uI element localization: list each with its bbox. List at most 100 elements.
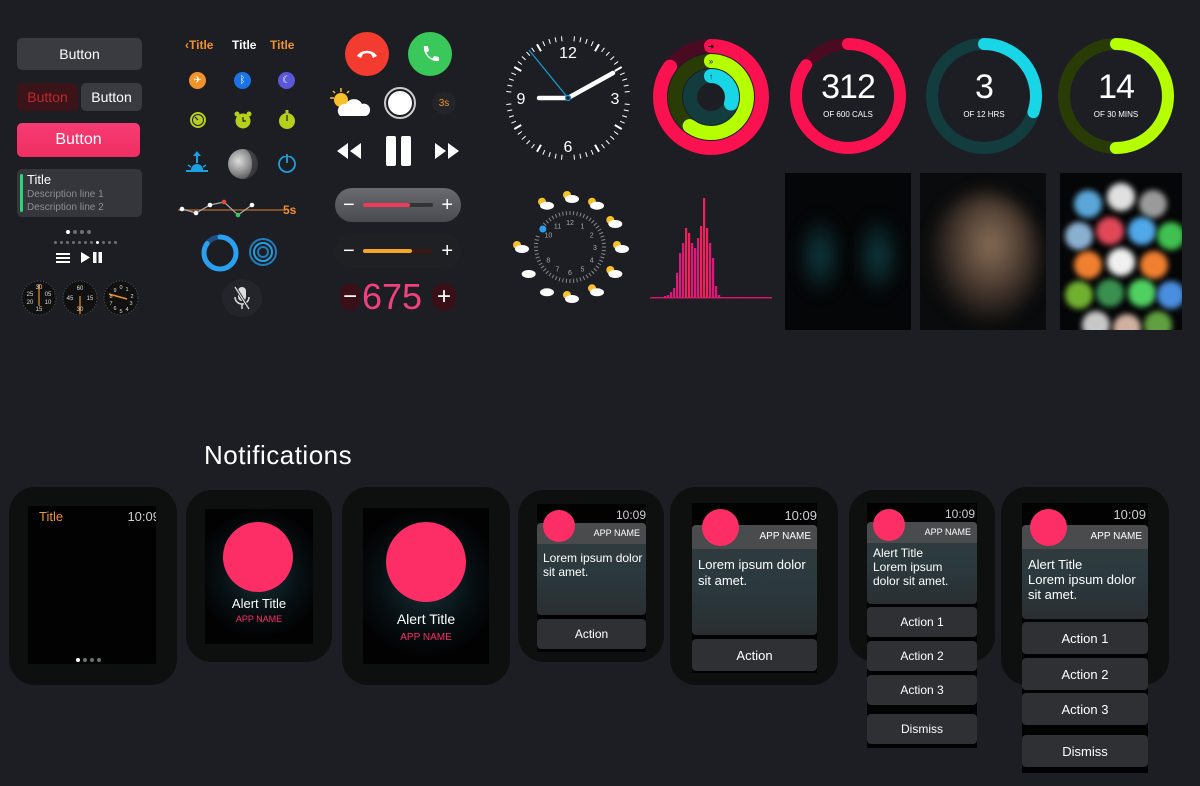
clock-numeral-9: 9 (517, 91, 526, 108)
histogram-bar (673, 288, 676, 298)
notification-content: Alert Title Lorem ipsum dolor sit amet. (1028, 557, 1146, 603)
glance-page-indicator (76, 658, 101, 662)
app-grid-thumb[interactable] (1060, 173, 1182, 330)
app-icon (702, 509, 739, 546)
back-nav-title[interactable]: ‹Title (185, 38, 213, 52)
slider-decrease-button[interactable]: − (343, 240, 355, 263)
histogram-bar (742, 297, 745, 298)
histogram-bar (706, 228, 709, 298)
app-icon-bubble (1112, 313, 1141, 330)
clock-tick (601, 47, 605, 53)
action-button[interactable]: Action (537, 619, 646, 649)
histogram-bar (655, 297, 658, 298)
app-icon (223, 522, 293, 592)
clock-tick (624, 91, 630, 93)
short-look-large-screen[interactable]: Alert Title APP NAME (363, 508, 489, 664)
action-2-button[interactable]: Action 2 (867, 641, 977, 671)
weather-clock-hour: 3 (593, 245, 597, 252)
destructive-button[interactable]: Button (17, 83, 78, 111)
slider-track[interactable] (362, 203, 434, 207)
default-button[interactable]: Button (17, 38, 142, 70)
weather-clock-tick (554, 276, 558, 281)
alert-title: Alert Title (231, 596, 287, 611)
timer-icon[interactable] (189, 111, 207, 129)
activity-indicator-icon (249, 238, 277, 266)
action-1-button[interactable]: Action 1 (867, 607, 977, 637)
volume-slider[interactable]: − + (335, 188, 461, 222)
forward-icon[interactable] (434, 142, 460, 160)
histogram-bar (763, 297, 766, 298)
mic-button[interactable] (222, 279, 262, 317)
bluetooth-icon[interactable]: ᛒ (234, 72, 251, 89)
butterfly-wallpaper-thumb[interactable] (785, 173, 911, 330)
action-2-button[interactable]: Action 2 (1022, 658, 1148, 690)
short-look-small-screen[interactable]: Alert Title APP NAME (205, 509, 313, 644)
list-icon[interactable] (55, 252, 73, 264)
weather-hour-icon (513, 241, 529, 253)
histogram-bar (700, 226, 703, 298)
alert-title: Alert Title (1028, 557, 1083, 572)
weather-clock-tick (554, 213, 558, 218)
histogram-bar (766, 297, 769, 298)
record-button[interactable] (384, 87, 416, 119)
weather-clock-tick (591, 219, 595, 224)
blurred-photo-thumb[interactable] (920, 173, 1046, 330)
clock-tick (526, 51, 531, 56)
clock-tick (526, 140, 531, 145)
weather-clock-tick (534, 253, 539, 255)
right-nav-title[interactable]: Title (270, 38, 294, 52)
action-3-button[interactable]: Action 3 (1022, 693, 1148, 725)
clock-tick (521, 56, 526, 61)
pause-icon[interactable] (385, 135, 413, 167)
weather-hour-icon (521, 270, 536, 278)
dismiss-button[interactable]: Dismiss (1022, 735, 1148, 767)
histogram-bar (748, 297, 751, 298)
partly-cloudy-icon (330, 88, 371, 116)
airplane-icon[interactable]: ✈ (189, 72, 206, 89)
histogram-bar (745, 297, 748, 298)
app-icon-bubble (1065, 221, 1094, 250)
svg-text:6: 6 (113, 306, 116, 312)
long-look-small-screen: 10:09 APP NAME Lorem ipsum dolor sit ame… (537, 504, 646, 652)
clock-tick (622, 115, 628, 118)
alarm-icon[interactable] (233, 110, 253, 130)
power-icon[interactable] (276, 152, 298, 174)
slider-increase-button[interactable]: + (441, 240, 453, 263)
action-3-button[interactable]: Action 3 (867, 675, 977, 705)
histogram-bar (667, 295, 670, 298)
weather-clock-tick (558, 277, 561, 282)
exercise-arrow-icon: » (709, 57, 714, 66)
slider-increase-button[interactable]: + (441, 194, 453, 217)
notification-body: Lorem ipsum dolor sit amet. (698, 557, 806, 588)
rewind-icon[interactable] (336, 142, 362, 160)
secondary-button[interactable]: Button (81, 83, 142, 111)
accept-call-button[interactable] (408, 32, 452, 76)
weather-clock-tick (562, 211, 564, 216)
cell-title: Title (27, 172, 52, 187)
mic-muted-icon (233, 286, 251, 310)
play-pause-icon[interactable] (80, 251, 104, 264)
clock-tick (610, 135, 615, 140)
cell-accent-bar (20, 174, 23, 212)
slider-track[interactable] (362, 249, 434, 253)
brightness-slider[interactable]: − + (335, 234, 461, 268)
moon-icon[interactable]: ☾ (278, 72, 295, 89)
number-increase-button[interactable]: + (432, 283, 456, 311)
primary-button[interactable]: Button (17, 123, 140, 157)
countdown-badge: 3s (432, 92, 456, 114)
weather-clock-tick (599, 259, 604, 263)
slider-decrease-button[interactable]: − (343, 194, 355, 217)
dismiss-button[interactable]: Dismiss (867, 714, 977, 744)
weather-clock-tick (551, 215, 555, 220)
clock-tick (507, 109, 513, 112)
action-1-button[interactable]: Action 1 (1022, 622, 1148, 654)
stopwatch-icon[interactable] (278, 110, 296, 130)
action-button[interactable]: Action (692, 639, 817, 671)
decline-call-button[interactable] (345, 32, 389, 76)
list-cell[interactable]: Title Description line 1 Description lin… (17, 169, 142, 217)
weather-clock-hour: 11 (554, 223, 561, 230)
histogram-bar (739, 297, 742, 298)
clock-tick (548, 152, 551, 158)
number-decrease-button[interactable]: − (340, 283, 360, 311)
histogram-bar (769, 297, 772, 298)
